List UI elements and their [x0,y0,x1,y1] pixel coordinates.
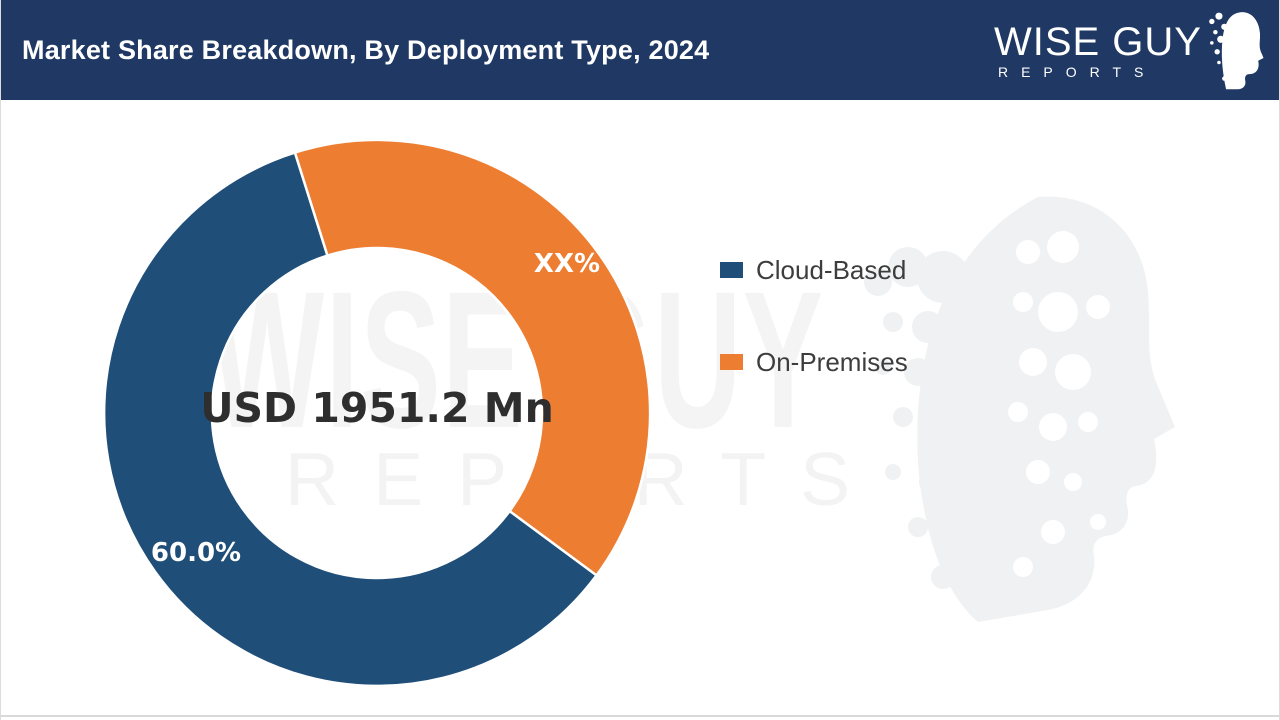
legend-label-on-premises: On-Premises [756,347,908,377]
legend-swatch-on-premises [720,354,743,370]
brand-logo: WISE GUY REPORTS [994,9,1280,91]
legend-label-cloud-based: Cloud-Based [756,255,907,285]
chart-legend: Cloud-Based On-Premises [720,252,908,380]
header-bar: Market Share Breakdown, By Deployment Ty… [0,0,1280,100]
legend-item-cloud-based: Cloud-Based [720,252,908,288]
bottom-divider [0,715,1280,717]
legend-swatch-cloud-based [720,262,743,278]
brand-logo-text: WISE GUY REPORTS [994,21,1202,80]
donut-segment-on-premises [293,138,652,577]
brand-subtitle: REPORTS [997,63,1157,80]
segment-label-on-premises: XX% [533,249,601,279]
segment-label-cloud-based: 60.0% [150,538,242,568]
legend-item-on-premises: On-Premises [720,344,908,380]
brand-name: WISE GUY [993,19,1202,64]
chart-center-value: USD 1951.2 Mn [200,384,554,432]
page-title: Market Share Breakdown, By Deployment Ty… [22,34,710,65]
logo-face-icon [1209,12,1264,90]
infographic-page: Market Share Breakdown, By Deployment Ty… [0,0,1280,720]
